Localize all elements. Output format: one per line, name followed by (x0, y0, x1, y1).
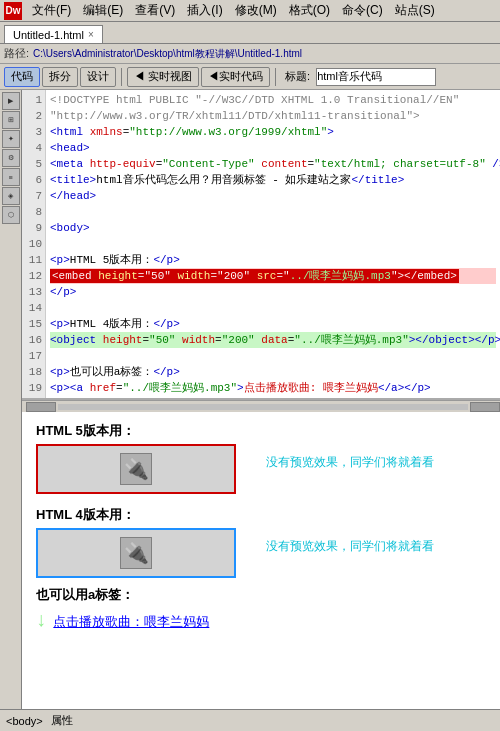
html4-label: HTML 4版本用： (36, 506, 486, 524)
h-scrollbar-track[interactable] (58, 404, 468, 410)
menu-modify[interactable]: 修改(M) (229, 2, 283, 19)
line-numbers: 12345 678910 1112131415 1617181920 21222… (22, 90, 46, 398)
status-bar: <body> 属性 (0, 709, 500, 731)
code-line-5: <meta http-equiv="Content-Type" content=… (50, 156, 496, 172)
menu-site[interactable]: 站点(S) (389, 2, 441, 19)
atag-section: 也可以用a标签： ↓ 点击播放歌曲：喂李兰妈妈 (36, 586, 486, 631)
menu-bar: Dw 文件(F) 编辑(E) 查看(V) 插入(I) 修改(M) 格式(O) 命… (0, 0, 500, 22)
code-line-3: <html xmlns="http://www.w3.org/1999/xhtm… (50, 124, 496, 140)
title-input[interactable] (316, 68, 436, 86)
html4-note: 没有预览效果，同学们将就着看 (266, 538, 434, 555)
path-value: C:\Users\Administrator\Desktop\html教程讲解\… (33, 47, 302, 61)
html4-section: HTML 4版本用： 🔌 没有预览效果，同学们将就着看 (36, 506, 486, 578)
split-button[interactable]: 拆分 (42, 67, 78, 87)
menu-command[interactable]: 命令(C) (336, 2, 389, 19)
preview-link[interactable]: 点击播放歌曲：喂李兰妈妈 (53, 614, 209, 629)
code-line-14 (50, 300, 496, 316)
code-line-20 (50, 396, 496, 398)
panel-icon-2[interactable]: ⊞ (2, 111, 20, 129)
panel-icon-1[interactable]: ▶ (2, 92, 20, 110)
panel-icon-5[interactable]: ≡ (2, 168, 20, 186)
code-button[interactable]: 代码 (4, 67, 40, 87)
path-label: 路径: (4, 46, 29, 61)
html5-label: HTML 5版本用： (36, 422, 486, 440)
code-line-12: <embed height="50" width="200" src="../喂… (50, 268, 496, 284)
toolbar: 代码 拆分 设计 ◀ 实时视图 ◀实时代码 标题: (0, 64, 500, 90)
main-content: ▶ ⊞ ✦ ⚙ ≡ ◈ ⬡ 12345 678910 1112131415 16… (0, 90, 500, 709)
code-line-13: </p> (50, 284, 496, 300)
design-button[interactable]: 设计 (80, 67, 116, 87)
html5-section: HTML 5版本用： 🔌 没有预览效果，同学们将就着看 (36, 422, 486, 498)
html4-row: 🔌 没有预览效果，同学们将就着看 (36, 528, 486, 578)
menu-insert[interactable]: 插入(I) (181, 2, 228, 19)
html5-plugin-icon: 🔌 (120, 453, 152, 485)
status-tag: <body> (6, 715, 43, 727)
code-line-11: <p>HTML 5版本用：</p> (50, 252, 496, 268)
editor-area: 12345 678910 1112131415 1617181920 21222… (22, 90, 500, 709)
title-label: 标题: (281, 69, 314, 84)
code-line-8 (50, 204, 496, 220)
tab-close[interactable]: × (88, 29, 94, 40)
separator (121, 68, 122, 86)
code-line-18: <p>也可以用a标签：</p> (50, 364, 496, 380)
preview-area: HTML 5版本用： 🔌 没有预览效果，同学们将就着看 (22, 412, 500, 709)
atag-label: 也可以用a标签： (36, 586, 486, 604)
menu-edit[interactable]: 编辑(E) (77, 2, 129, 19)
separator2 (275, 68, 276, 86)
panel-icon-3[interactable]: ✦ (2, 130, 20, 148)
code-line-10 (50, 236, 496, 252)
code-line-6: <title>html音乐代码怎么用？用音频标签 - 如乐建站之家</title… (50, 172, 496, 188)
code-line-2: "http://www.w3.org/TR/xhtml11/DTD/xhtml1… (50, 108, 496, 124)
panel-icon-4[interactable]: ⚙ (2, 149, 20, 167)
status-properties: 属性 (51, 713, 73, 728)
code-line-16: <object height="50" width="200" data="..… (50, 332, 496, 348)
dw-logo: Dw (4, 2, 22, 20)
tab-bar: Untitled-1.html × (0, 22, 500, 44)
path-bar: 路径: C:\Users\Administrator\Desktop\html教… (0, 44, 500, 64)
code-line-7: </head> (50, 188, 496, 204)
menu-file[interactable]: 文件(F) (26, 2, 77, 19)
realtime-view-button[interactable]: ◀ 实时视图 (127, 67, 199, 87)
code-line-1: <!DOCTYPE html PUBLIC "-//W3C//DTD XHTML… (50, 92, 496, 108)
scroll-left[interactable] (26, 402, 56, 412)
panel-icon-7[interactable]: ⬡ (2, 206, 20, 224)
html5-embed-box: 🔌 (36, 444, 236, 494)
panel-icon-6[interactable]: ◈ (2, 187, 20, 205)
left-panel: ▶ ⊞ ✦ ⚙ ≡ ◈ ⬡ (0, 90, 22, 709)
tab-filename: Untitled-1.html (13, 29, 84, 41)
code-editor[interactable]: <!DOCTYPE html PUBLIC "-//W3C//DTD XHTML… (46, 90, 500, 398)
scroll-right[interactable] (470, 402, 500, 412)
code-line-4: <head> (50, 140, 496, 156)
code-line-15: <p>HTML 4版本用：</p> (50, 316, 496, 332)
menu-view[interactable]: 查看(V) (129, 2, 181, 19)
h-scroll[interactable] (22, 400, 500, 412)
code-area: 12345 678910 1112131415 1617181920 21222… (22, 90, 500, 400)
code-line-17 (50, 348, 496, 364)
file-tab[interactable]: Untitled-1.html × (4, 25, 103, 43)
code-line-9: <body> (50, 220, 496, 236)
html5-row: 🔌 没有预览效果，同学们将就着看 (36, 444, 486, 498)
html4-embed-box: 🔌 (36, 528, 236, 578)
html4-plugin-icon: 🔌 (120, 537, 152, 569)
menu-format[interactable]: 格式(O) (283, 2, 336, 19)
html5-note: 没有预览效果，同学们将就着看 (266, 454, 434, 471)
code-line-19: <p><a href="../喂李兰妈妈.mp3">点击播放歌曲: 喂李兰妈妈<… (50, 380, 496, 396)
realtime-code-button[interactable]: ◀实时代码 (201, 67, 270, 87)
